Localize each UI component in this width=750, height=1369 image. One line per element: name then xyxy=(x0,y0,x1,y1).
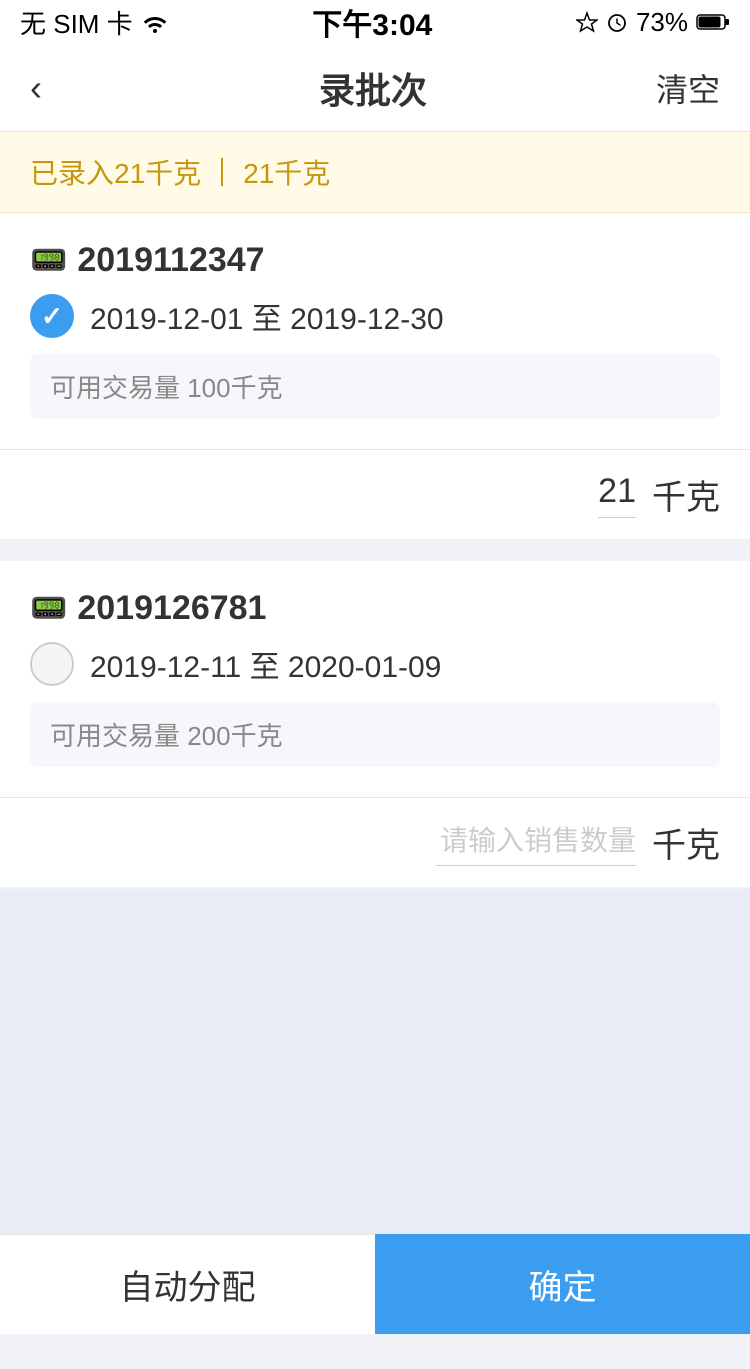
batch-card-1: 📟 2019112347 ✓ 2019-12-01 至 2019-12-30 可… xyxy=(0,213,750,539)
qty-value-1[interactable]: 21 xyxy=(598,472,636,518)
auto-distribute-button[interactable]: 自动分配 xyxy=(0,1234,375,1334)
radio-1[interactable]: ✓ xyxy=(30,294,74,338)
batch-id-2: 2019126781 xyxy=(77,589,266,628)
nav-bar: ‹ 录批次 清空 xyxy=(0,44,750,132)
card-divider xyxy=(0,541,750,561)
summary-divider xyxy=(221,158,223,186)
summary-banner: 已录入21千克 21千克 xyxy=(0,132,750,213)
wifi-icon xyxy=(141,11,169,33)
available-qty-1: 可用交易量 100千克 xyxy=(30,354,720,419)
radio-2[interactable] xyxy=(30,642,74,686)
batch-id-1: 2019112347 xyxy=(77,241,264,280)
available-qty-2: 可用交易量 200千克 xyxy=(30,702,720,767)
date-range-2: 2019-12-11 至 2020-01-09 xyxy=(90,642,441,686)
qty-input-2[interactable] xyxy=(436,820,636,866)
date-row-2[interactable]: 2019-12-11 至 2020-01-09 xyxy=(30,642,720,686)
batch-icon-2: 📟 xyxy=(30,591,67,626)
battery-icon xyxy=(696,13,730,31)
battery-text: 73% xyxy=(636,7,688,38)
alarm-icon xyxy=(606,11,628,33)
clear-button[interactable]: 清空 xyxy=(656,65,720,111)
empty-area xyxy=(0,889,750,1269)
batch-card-2: 📟 2019126781 2019-12-11 至 2020-01-09 可用交… xyxy=(0,561,750,887)
date-row-1[interactable]: ✓ 2019-12-01 至 2019-12-30 xyxy=(30,294,720,338)
check-mark-1: ✓ xyxy=(41,301,63,332)
bottom-bar: 自动分配 确定 xyxy=(0,1234,750,1334)
batch-id-row-2: 📟 2019126781 xyxy=(30,589,720,628)
status-left: 无 SIM 卡 xyxy=(20,4,169,41)
qty-row-2: 千克 xyxy=(0,797,750,887)
date-range-1: 2019-12-01 至 2019-12-30 xyxy=(90,294,444,338)
status-right: 73% xyxy=(576,7,730,38)
status-time: 下午3:04 xyxy=(312,0,432,44)
back-button[interactable]: ‹ xyxy=(30,67,90,109)
confirm-button[interactable]: 确定 xyxy=(375,1234,750,1334)
status-bar: 无 SIM 卡 下午3:04 73% xyxy=(0,0,750,44)
summary-value: 21千克 xyxy=(243,152,330,192)
batch-icon-1: 📟 xyxy=(30,243,67,278)
no-sim-text: 无 SIM 卡 xyxy=(20,4,133,41)
page-title: 录批次 xyxy=(319,62,427,114)
summary-label: 已录入21千克 xyxy=(30,152,201,192)
qty-unit-2: 千克 xyxy=(652,818,720,867)
qty-row-1: 21 千克 xyxy=(0,449,750,539)
location-icon xyxy=(576,11,598,33)
batch-id-row-1: 📟 2019112347 xyxy=(30,241,720,280)
qty-unit-1: 千克 xyxy=(652,470,720,519)
